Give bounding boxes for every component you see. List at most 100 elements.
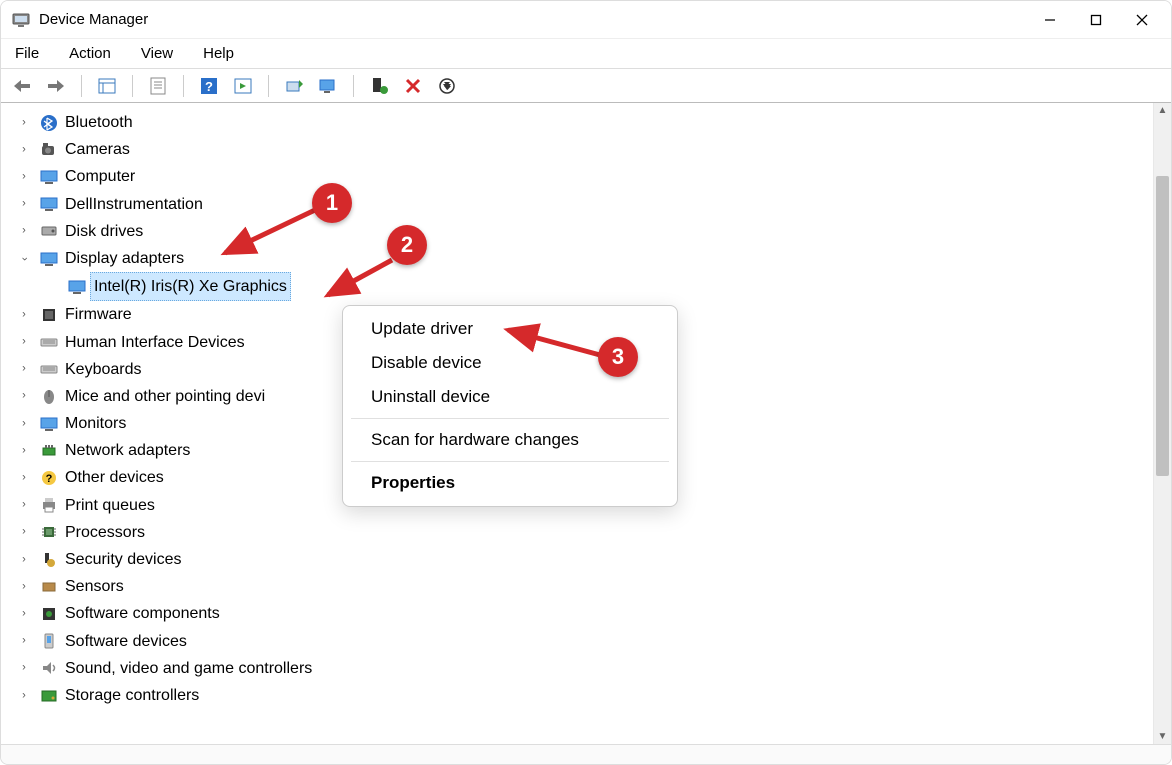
node-label: Keyboards	[65, 356, 142, 383]
scroll-down-icon[interactable]: ▼	[1158, 731, 1168, 742]
chevron-right-icon[interactable]: ›	[17, 523, 31, 542]
uninstall-device-icon[interactable]	[402, 75, 424, 97]
chevron-right-icon[interactable]: ›	[17, 686, 31, 705]
tree-node-bluetooth[interactable]: › Bluetooth	[11, 109, 1153, 136]
chevron-right-icon[interactable]: ›	[17, 414, 31, 433]
close-button[interactable]	[1119, 1, 1165, 39]
tree-node-display-adapters[interactable]: › Display adapters	[11, 245, 1153, 272]
minimize-button[interactable]	[1027, 1, 1073, 39]
menu-separator	[351, 418, 669, 419]
maximize-button[interactable]	[1073, 1, 1119, 39]
tree-node-disk-drives[interactable]: › Disk drives	[11, 218, 1153, 245]
chevron-right-icon[interactable]: ›	[17, 360, 31, 379]
window-title: Device Manager	[39, 11, 148, 28]
software-devices-icon	[39, 631, 59, 651]
node-label: Software components	[65, 600, 220, 627]
vertical-scrollbar[interactable]: ▲ ▼	[1153, 103, 1171, 744]
node-label: Processors	[65, 519, 145, 546]
printer-icon	[39, 495, 59, 515]
app-icon	[11, 10, 31, 30]
chevron-right-icon[interactable]: ›	[17, 387, 31, 406]
chevron-right-icon[interactable]: ›	[17, 195, 31, 214]
menu-help[interactable]: Help	[199, 43, 238, 64]
tree-node-storage[interactable]: › Storage controllers	[11, 682, 1153, 709]
chevron-right-icon[interactable]: ›	[17, 333, 31, 352]
annotation-arrow-2	[320, 255, 400, 305]
camera-icon	[39, 140, 59, 160]
tree-node-intel-iris-xe[interactable]: Intel(R) Iris(R) Xe Graphics	[11, 272, 1153, 301]
scroll-thumb[interactable]	[1156, 176, 1169, 476]
chevron-right-icon[interactable]: ›	[17, 496, 31, 515]
node-label: Monitors	[65, 410, 126, 437]
tree-node-sound[interactable]: › Sound, video and game controllers	[11, 655, 1153, 682]
chevron-right-icon[interactable]: ›	[17, 577, 31, 596]
tree-node-security[interactable]: › Security devices	[11, 546, 1153, 573]
tree-node-sensors[interactable]: › Sensors	[11, 573, 1153, 600]
show-hidden-icon[interactable]	[96, 75, 118, 97]
display-adapter-icon	[67, 277, 87, 297]
chevron-right-icon[interactable]: ›	[17, 659, 31, 678]
node-label: Sensors	[65, 573, 124, 600]
help-icon[interactable]: ?	[198, 75, 220, 97]
disable-device-icon[interactable]	[436, 75, 458, 97]
speaker-icon	[39, 658, 59, 678]
context-uninstall-device[interactable]: Uninstall device	[343, 380, 677, 414]
node-label: Disk drives	[65, 218, 143, 245]
tree-node-dell-instrumentation[interactable]: › DellInstrumentation	[11, 191, 1153, 218]
menubar: File Action View Help	[1, 39, 1171, 69]
software-components-icon	[39, 604, 59, 624]
annotation-arrow-1	[215, 205, 325, 265]
action-icon[interactable]	[232, 75, 254, 97]
node-label: Other devices	[65, 464, 164, 491]
chevron-right-icon[interactable]: ›	[17, 469, 31, 488]
display-adapter-icon	[39, 249, 59, 269]
properties-icon[interactable]	[147, 75, 169, 97]
firmware-icon	[39, 305, 59, 325]
chevron-right-icon[interactable]: ›	[17, 168, 31, 187]
scroll-up-icon[interactable]: ▲	[1158, 105, 1168, 116]
chevron-right-icon[interactable]: ›	[17, 306, 31, 325]
update-driver-icon[interactable]	[283, 75, 305, 97]
chevron-right-icon[interactable]: ›	[17, 442, 31, 461]
context-scan-hardware[interactable]: Scan for hardware changes	[343, 423, 677, 457]
scan-hardware-icon[interactable]	[317, 75, 339, 97]
node-label: Firmware	[65, 301, 132, 328]
annotation-arrow-3	[500, 320, 610, 365]
node-label: Software devices	[65, 628, 187, 655]
mouse-icon	[39, 386, 59, 406]
annotation-3: 3	[598, 337, 638, 377]
monitor-icon	[39, 414, 59, 434]
tree-node-software-devices[interactable]: › Software devices	[11, 628, 1153, 655]
window-controls	[1027, 1, 1165, 39]
node-label: Computer	[65, 163, 135, 190]
node-label: Security devices	[65, 546, 182, 573]
node-label: Sound, video and game controllers	[65, 655, 312, 682]
node-label: Print queues	[65, 492, 155, 519]
back-button[interactable]	[11, 75, 33, 97]
node-label: Human Interface Devices	[65, 329, 245, 356]
menu-file[interactable]: File	[11, 43, 43, 64]
node-label: DellInstrumentation	[65, 191, 203, 218]
forward-button[interactable]	[45, 75, 67, 97]
annotation-2: 2	[387, 225, 427, 265]
chevron-down-icon[interactable]: ›	[15, 252, 34, 266]
context-properties[interactable]: Properties	[343, 466, 677, 500]
node-label-selected: Intel(R) Iris(R) Xe Graphics	[90, 272, 291, 301]
tree-node-computer[interactable]: › Computer	[11, 163, 1153, 190]
chevron-right-icon[interactable]: ›	[17, 113, 31, 132]
processor-icon	[39, 522, 59, 542]
chevron-right-icon[interactable]: ›	[17, 550, 31, 569]
scroll-track[interactable]	[1154, 116, 1171, 731]
annotation-1: 1	[312, 183, 352, 223]
menu-separator	[351, 461, 669, 462]
chevron-right-icon[interactable]: ›	[17, 632, 31, 651]
tree-node-cameras[interactable]: › Cameras	[11, 136, 1153, 163]
menu-action[interactable]: Action	[65, 43, 115, 64]
enable-device-icon[interactable]	[368, 75, 390, 97]
tree-node-processors[interactable]: › Processors	[11, 519, 1153, 546]
chevron-right-icon[interactable]: ›	[17, 605, 31, 624]
menu-view[interactable]: View	[137, 43, 177, 64]
chevron-right-icon[interactable]: ›	[17, 222, 31, 241]
chevron-right-icon[interactable]: ›	[17, 140, 31, 159]
tree-node-software-components[interactable]: › Software components	[11, 600, 1153, 627]
